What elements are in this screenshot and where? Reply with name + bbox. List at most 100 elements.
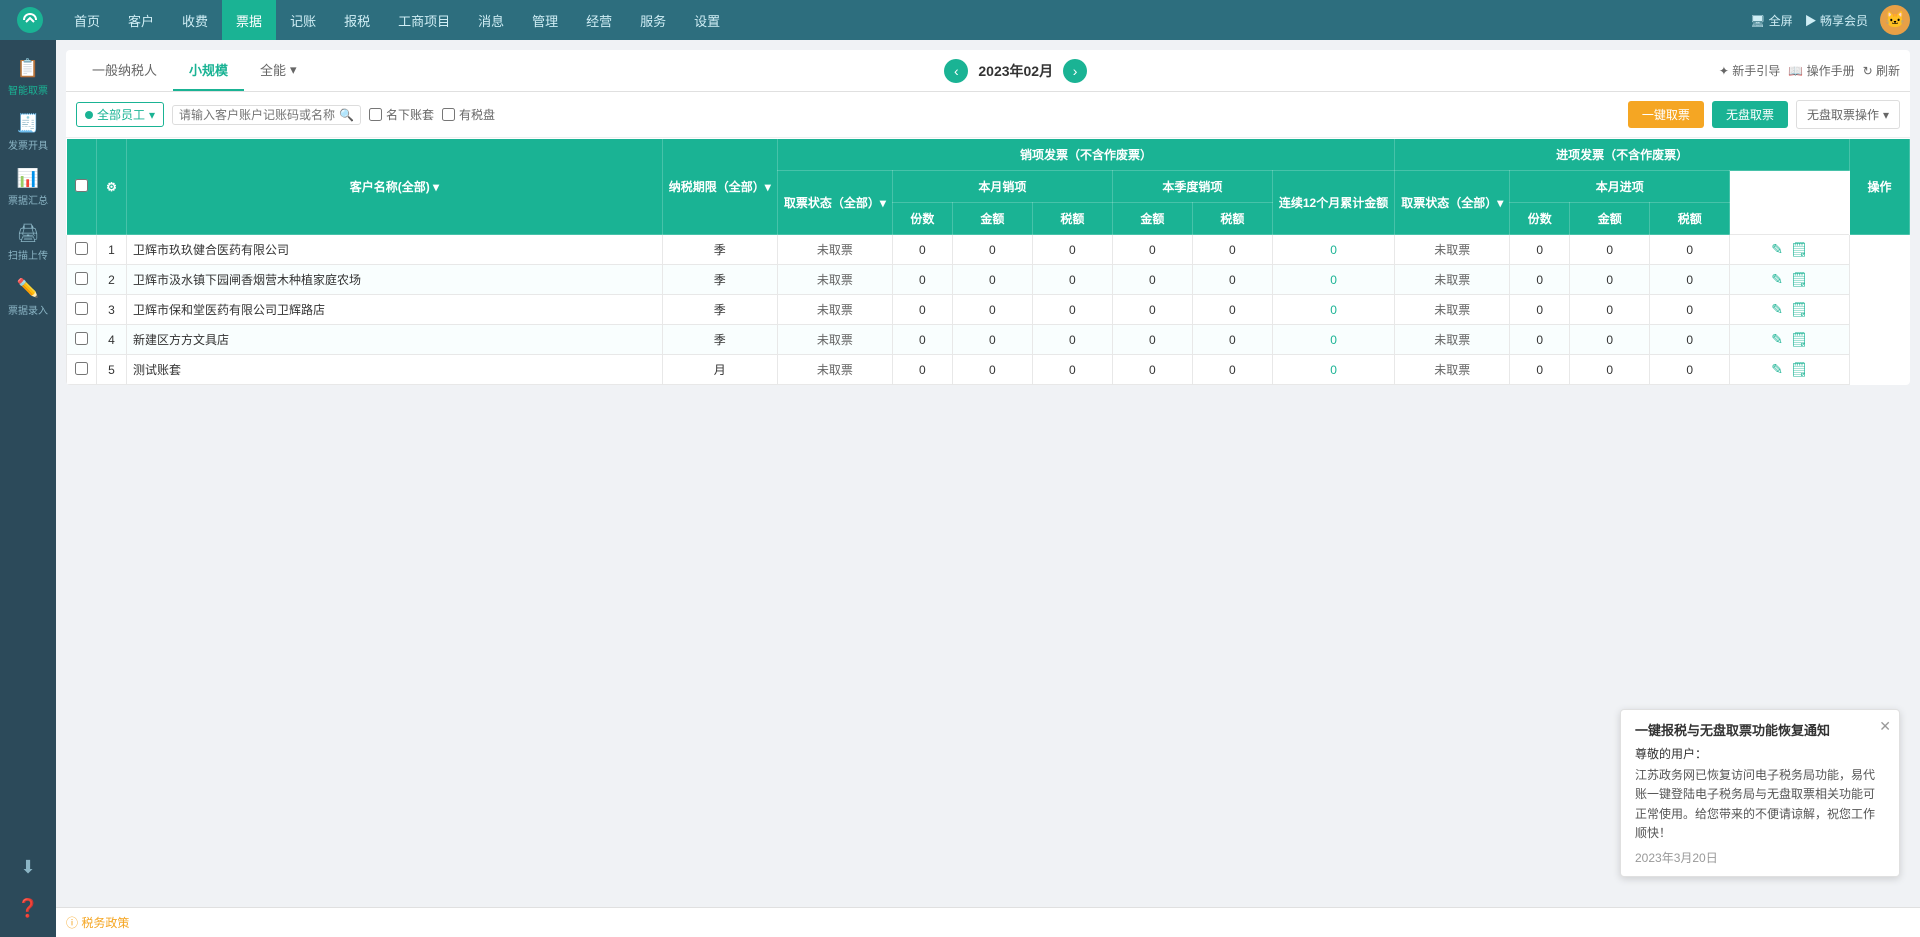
th-customer[interactable]: 客户名称(全部) ▾	[127, 139, 663, 235]
row-customer-2: 卫辉市保和堂医药有限公司卫辉路店	[127, 295, 663, 325]
left-sidebar: 📋 智能取票 🧾 发票开具 📊 票据汇总 🖨 扫描上传 ✏️ 票据录入 ⬇ ❓	[0, 40, 56, 937]
th-purchase-status[interactable]: 取票状态（全部）▾	[1395, 171, 1510, 235]
table-row: 5 测试账套 月 未取票 0 0 0 0 0 0 未取票 0 0 0 ✎ 🗒	[67, 355, 1910, 385]
select-all-checkbox[interactable]	[75, 179, 88, 192]
next-period-button[interactable]: ›	[1063, 59, 1087, 83]
detail-action-2[interactable]: 🗒	[1790, 301, 1808, 317]
sidebar-item-invoice-entry[interactable]: ✏️ 票据录入	[0, 270, 56, 325]
search-input[interactable]	[179, 108, 339, 122]
search-icon[interactable]: 🔍	[339, 108, 354, 122]
consecutive12-link-4[interactable]: 0	[1330, 363, 1337, 377]
nav-invoice[interactable]: 票据	[222, 0, 276, 40]
edit-action-4[interactable]: ✎	[1771, 361, 1783, 377]
more-actions-button[interactable]: 无盘取票操作 ▾	[1796, 100, 1900, 129]
notification-close-button[interactable]: ✕	[1879, 718, 1891, 735]
row-purchase-tax-0: 0	[1650, 235, 1730, 265]
detail-action-4[interactable]: 🗒	[1790, 361, 1808, 377]
nav-service[interactable]: 服务	[626, 0, 680, 40]
sidebar-item-invoice-issue[interactable]: 🧾 发票开具	[0, 105, 56, 160]
nav-bookkeeping[interactable]: 记账	[276, 0, 330, 40]
th-monthly-amount: 金额	[952, 203, 1032, 235]
user-avatar[interactable]: 🐱	[1880, 5, 1910, 35]
notification-title: 一键报税与无盘取票功能恢复通知	[1635, 720, 1885, 739]
row-checkbox-2[interactable]	[67, 295, 97, 325]
detail-action-1[interactable]: 🗒	[1790, 271, 1808, 287]
tab-small-scale[interactable]: 小规模	[173, 50, 244, 91]
row-consecutive12-1[interactable]: 0	[1272, 265, 1394, 295]
invoice-entry-icon: ✏️	[17, 278, 39, 299]
nav-operation[interactable]: 经营	[572, 0, 626, 40]
nav-tax[interactable]: 报税	[330, 0, 384, 40]
th-checkbox	[67, 139, 97, 235]
nav-fee[interactable]: 收费	[168, 0, 222, 40]
row-checkbox-0[interactable]	[67, 235, 97, 265]
th-tax-period[interactable]: 纳税期限（全部）▾	[662, 139, 777, 235]
notification-content: 江苏政务网已恢复访问电子税务局功能，易代账一键登陆电子税务局与无盘取票相关功能可…	[1635, 766, 1885, 843]
row-purchase-count-2: 0	[1510, 295, 1570, 325]
consecutive12-link-3[interactable]: 0	[1330, 333, 1337, 347]
th-consecutive12: 连续12个月累计金额	[1272, 171, 1394, 235]
th-monthly-tax: 税额	[1032, 203, 1112, 235]
row-purchase-amount-0: 0	[1570, 235, 1650, 265]
row-quarterly-tax-0: 0	[1192, 235, 1272, 265]
row-consecutive12-2[interactable]: 0	[1272, 295, 1394, 325]
checkbox-has-disk[interactable]: 有税盘	[442, 106, 495, 123]
th-sales-status[interactable]: 取票状态（全部）▾	[777, 171, 892, 235]
row-consecutive12-0[interactable]: 0	[1272, 235, 1394, 265]
edit-action-0[interactable]: ✎	[1771, 241, 1783, 257]
refresh-link[interactable]: ↻ 刷新	[1863, 62, 1900, 79]
prev-period-button[interactable]: ‹	[944, 59, 968, 83]
row-sales-status-3: 未取票	[777, 325, 892, 355]
edit-action-2[interactable]: ✎	[1771, 301, 1783, 317]
row-quarterly-amount-4: 0	[1112, 355, 1192, 385]
sidebar-item-smart-invoice[interactable]: 📋 智能取票	[0, 50, 56, 105]
one-click-invoice-button[interactable]: 一键取票	[1628, 101, 1704, 128]
edit-action-3[interactable]: ✎	[1771, 331, 1783, 347]
guide-link[interactable]: ✦ 新手引导	[1719, 62, 1780, 79]
no-disk-invoice-button[interactable]: 无盘取票	[1712, 101, 1788, 128]
fullscreen-btn[interactable]: 🖥 全屏	[1750, 12, 1793, 29]
nav-home[interactable]: 首页	[60, 0, 114, 40]
sidebar-item-scan-upload[interactable]: 🖨 扫描上传	[0, 215, 56, 270]
consecutive12-link-0[interactable]: 0	[1330, 243, 1337, 257]
nav-message[interactable]: 消息	[464, 0, 518, 40]
sidebar-item-invoice-summary[interactable]: 📊 票据汇总	[0, 160, 56, 215]
row-actions-2: ✎ 🗒	[1730, 295, 1850, 325]
tax-policy-link[interactable]: ⓘ 税务政策	[66, 914, 129, 931]
row-checkbox-1[interactable]	[67, 265, 97, 295]
row-quarterly-tax-3: 0	[1192, 325, 1272, 355]
nav-customer[interactable]: 客户	[114, 0, 168, 40]
tab-general-taxpayer[interactable]: 一般纳税人	[76, 50, 173, 91]
vip-btn[interactable]: ▶ 畅享会员	[1805, 12, 1868, 29]
nav-settings[interactable]: 设置	[680, 0, 734, 40]
consecutive12-link-1[interactable]: 0	[1330, 273, 1337, 287]
nav-management[interactable]: 管理	[518, 0, 572, 40]
row-consecutive12-4[interactable]: 0	[1272, 355, 1394, 385]
consecutive12-link-2[interactable]: 0	[1330, 303, 1337, 317]
nav-business[interactable]: 工商项目	[384, 0, 464, 40]
checkbox-my-accounts[interactable]: 名下账套	[369, 106, 434, 123]
has-disk-checkbox[interactable]	[442, 108, 455, 121]
row-consecutive12-3[interactable]: 0	[1272, 325, 1394, 355]
row-checkbox-4[interactable]	[67, 355, 97, 385]
edit-action-1[interactable]: ✎	[1771, 271, 1783, 287]
th-purchase-amount: 金额	[1570, 203, 1650, 235]
row-quarterly-amount-0: 0	[1112, 235, 1192, 265]
th-monthly-purchase: 本月进项	[1510, 171, 1730, 203]
sidebar-download[interactable]: ⬇	[17, 849, 39, 886]
tab-all[interactable]: 全能 ▾	[244, 50, 313, 91]
row-tax-period-2: 季	[662, 295, 777, 325]
detail-action-3[interactable]: 🗒	[1790, 331, 1808, 347]
row-checkbox-3[interactable]	[67, 325, 97, 355]
row-monthly-tax-3: 0	[1032, 325, 1112, 355]
my-accounts-checkbox[interactable]	[369, 108, 382, 121]
employee-select[interactable]: 全部员工 ▾	[76, 102, 164, 127]
row-customer-1: 卫辉市汲水镇下园闸香烟营木种植家庭农场	[127, 265, 663, 295]
th-settings[interactable]: ⚙	[97, 139, 127, 235]
sidebar-help[interactable]: ❓	[17, 890, 39, 927]
detail-action-0[interactable]: 🗒	[1790, 241, 1808, 257]
row-actions-1: ✎ 🗒	[1730, 265, 1850, 295]
manual-link[interactable]: 📖 操作手册	[1788, 62, 1854, 79]
row-purchase-amount-3: 0	[1570, 325, 1650, 355]
notification-greeting: 尊敬的用户：	[1635, 745, 1885, 762]
